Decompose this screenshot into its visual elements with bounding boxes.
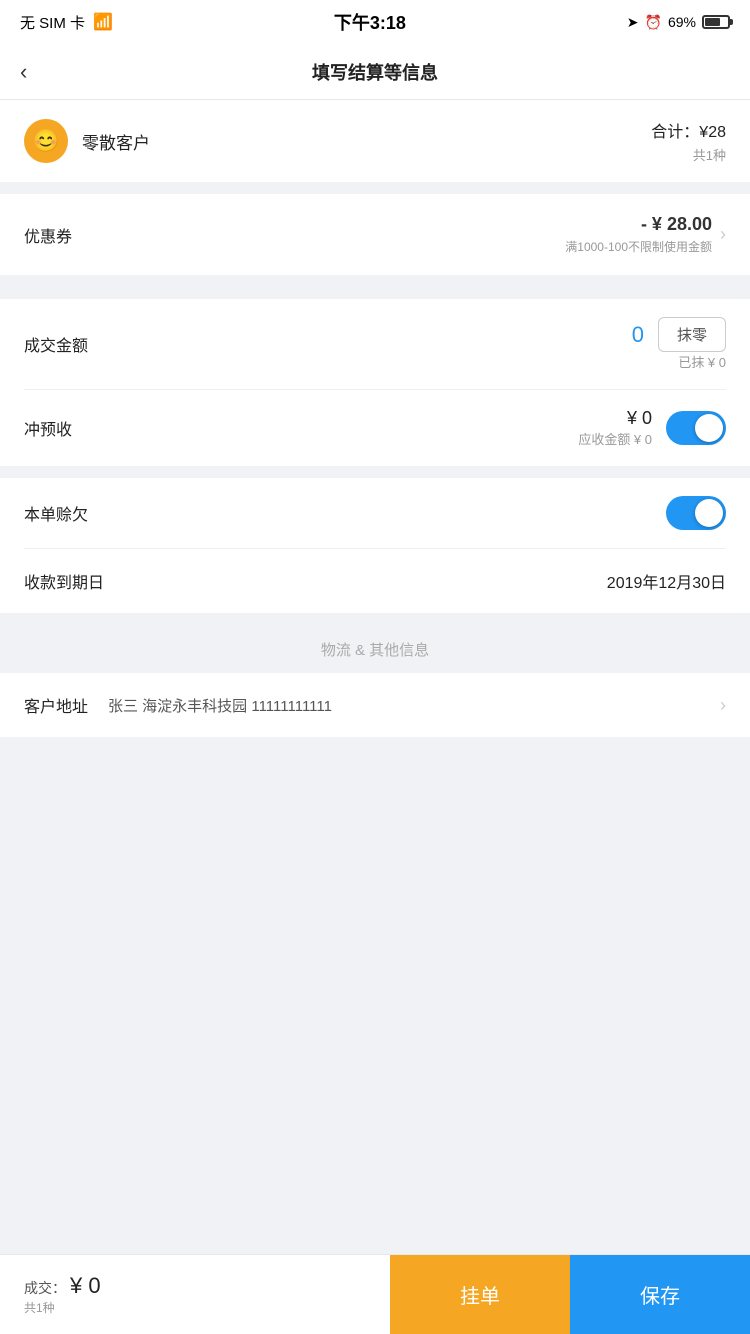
transaction-right: 0 抹零 已抹 ¥ 0	[632, 317, 726, 371]
bottom-transaction-value: ¥ 0	[70, 1273, 101, 1299]
bottom-spacer	[0, 749, 750, 829]
section-divider-1	[0, 287, 750, 299]
prepayment-label: 冲预收	[24, 416, 72, 440]
back-button[interactable]: ‹	[20, 59, 27, 85]
coupon-section: 优惠券 - ¥ 28.00 满1000-100不限制使用金额 ›	[0, 194, 750, 275]
address-label: 客户地址	[24, 693, 88, 717]
logistics-label: 物流 & 其他信息	[321, 639, 429, 660]
prepayment-toggle[interactable]	[666, 411, 726, 445]
transaction-right-inner: 0 抹零	[632, 317, 726, 352]
save-button[interactable]: 保存	[570, 1255, 750, 1334]
transaction-label: 成交金额	[24, 332, 88, 356]
sim-label: 无 SIM 卡	[20, 12, 85, 33]
bottom-transaction-label: 成交：	[24, 1278, 66, 1298]
customer-row: 😊 零散客户 合计：¥28 共1种	[0, 100, 750, 182]
credit-section: 本单赊欠 收款到期日 2019年12月30日	[0, 478, 750, 613]
logistics-divider: 物流 & 其他信息	[0, 625, 750, 673]
prepayment-right: ¥ 0 应收金额 ¥ 0	[578, 408, 726, 448]
page-title: 填写结算等信息	[312, 59, 438, 85]
address-chevron-icon: ›	[720, 695, 726, 716]
customer-total: 合计：¥28	[651, 118, 726, 142]
nav-bar: ‹ 填写结算等信息	[0, 44, 750, 100]
address-value: 张三 海淀永丰科技园 11111111111	[108, 695, 720, 716]
wifi-icon: 📶	[93, 12, 113, 32]
bottom-count: 共1种	[24, 1299, 366, 1316]
bottom-summary: 成交： ¥ 0 共1种	[0, 1273, 390, 1316]
customer-left: 😊 零散客户	[24, 119, 150, 163]
alarm-icon: ⏰	[645, 14, 662, 31]
status-right: ➤ ⏰ 69%	[627, 14, 730, 31]
coupon-right: - ¥ 28.00 满1000-100不限制使用金额 ›	[565, 214, 726, 255]
customer-name: 零散客户	[82, 129, 150, 154]
coupon-row[interactable]: 优惠券 - ¥ 28.00 满1000-100不限制使用金额 ›	[0, 194, 750, 275]
battery-percent: 69%	[668, 14, 696, 30]
prepayment-value: ¥ 0	[578, 408, 652, 429]
section-divider-4	[0, 737, 750, 749]
transaction-row: 成交金额 0 抹零 已抹 ¥ 0	[0, 299, 750, 389]
round-zero-button[interactable]: 抹零	[658, 317, 726, 352]
status-time: 下午3:18	[334, 9, 406, 35]
customer-right: 合计：¥28 共1种	[651, 118, 726, 164]
prepayment-toggle-wrap	[666, 411, 726, 445]
location-icon: ➤	[627, 14, 639, 31]
customer-avatar: 😊	[24, 119, 68, 163]
toggle-knob	[695, 414, 723, 442]
customer-count: 共1种	[651, 145, 726, 164]
prepayment-info: ¥ 0 应收金额 ¥ 0	[578, 408, 652, 448]
credit-toggle[interactable]	[666, 496, 726, 530]
transaction-sub: 已抹 ¥ 0	[632, 352, 726, 371]
due-date-value: 2019年12月30日	[607, 569, 726, 593]
credit-toggle-wrap	[666, 496, 726, 530]
coupon-info: - ¥ 28.00 满1000-100不限制使用金额	[565, 214, 712, 255]
address-row[interactable]: 客户地址 张三 海淀永丰科技园 11111111111 ›	[0, 673, 750, 737]
battery-icon	[702, 15, 730, 29]
prepayment-row: 冲预收 ¥ 0 应收金额 ¥ 0	[0, 390, 750, 466]
credit-row: 本单赊欠	[0, 478, 750, 548]
coupon-desc: 满1000-100不限制使用金额	[565, 238, 712, 255]
due-date-row: 收款到期日 2019年12月30日	[0, 549, 750, 613]
status-bar: 无 SIM 卡 📶 下午3:18 ➤ ⏰ 69%	[0, 0, 750, 44]
customer-section: 😊 零散客户 合计：¥28 共1种	[0, 100, 750, 182]
due-date-label: 收款到期日	[24, 569, 104, 593]
avatar-icon: 😊	[32, 128, 59, 154]
coupon-discount: - ¥ 28.00	[565, 214, 712, 235]
prepayment-sub: 应收金额 ¥ 0	[578, 429, 652, 448]
coupon-label: 优惠券	[24, 223, 72, 247]
credit-toggle-knob	[695, 499, 723, 527]
credit-label: 本单赊欠	[24, 501, 88, 525]
section-divider-2	[0, 466, 750, 478]
section-divider-3	[0, 613, 750, 625]
transaction-value: 0	[632, 322, 644, 348]
hang-button[interactable]: 挂单	[390, 1255, 570, 1334]
chevron-right-icon: ›	[720, 224, 726, 245]
bottom-bar: 成交： ¥ 0 共1种 挂单 保存	[0, 1254, 750, 1334]
battery-fill	[705, 18, 720, 26]
status-left: 无 SIM 卡 📶	[20, 12, 113, 33]
transaction-section: 成交金额 0 抹零 已抹 ¥ 0 冲预收 ¥ 0 应收金额 ¥ 0	[0, 299, 750, 466]
